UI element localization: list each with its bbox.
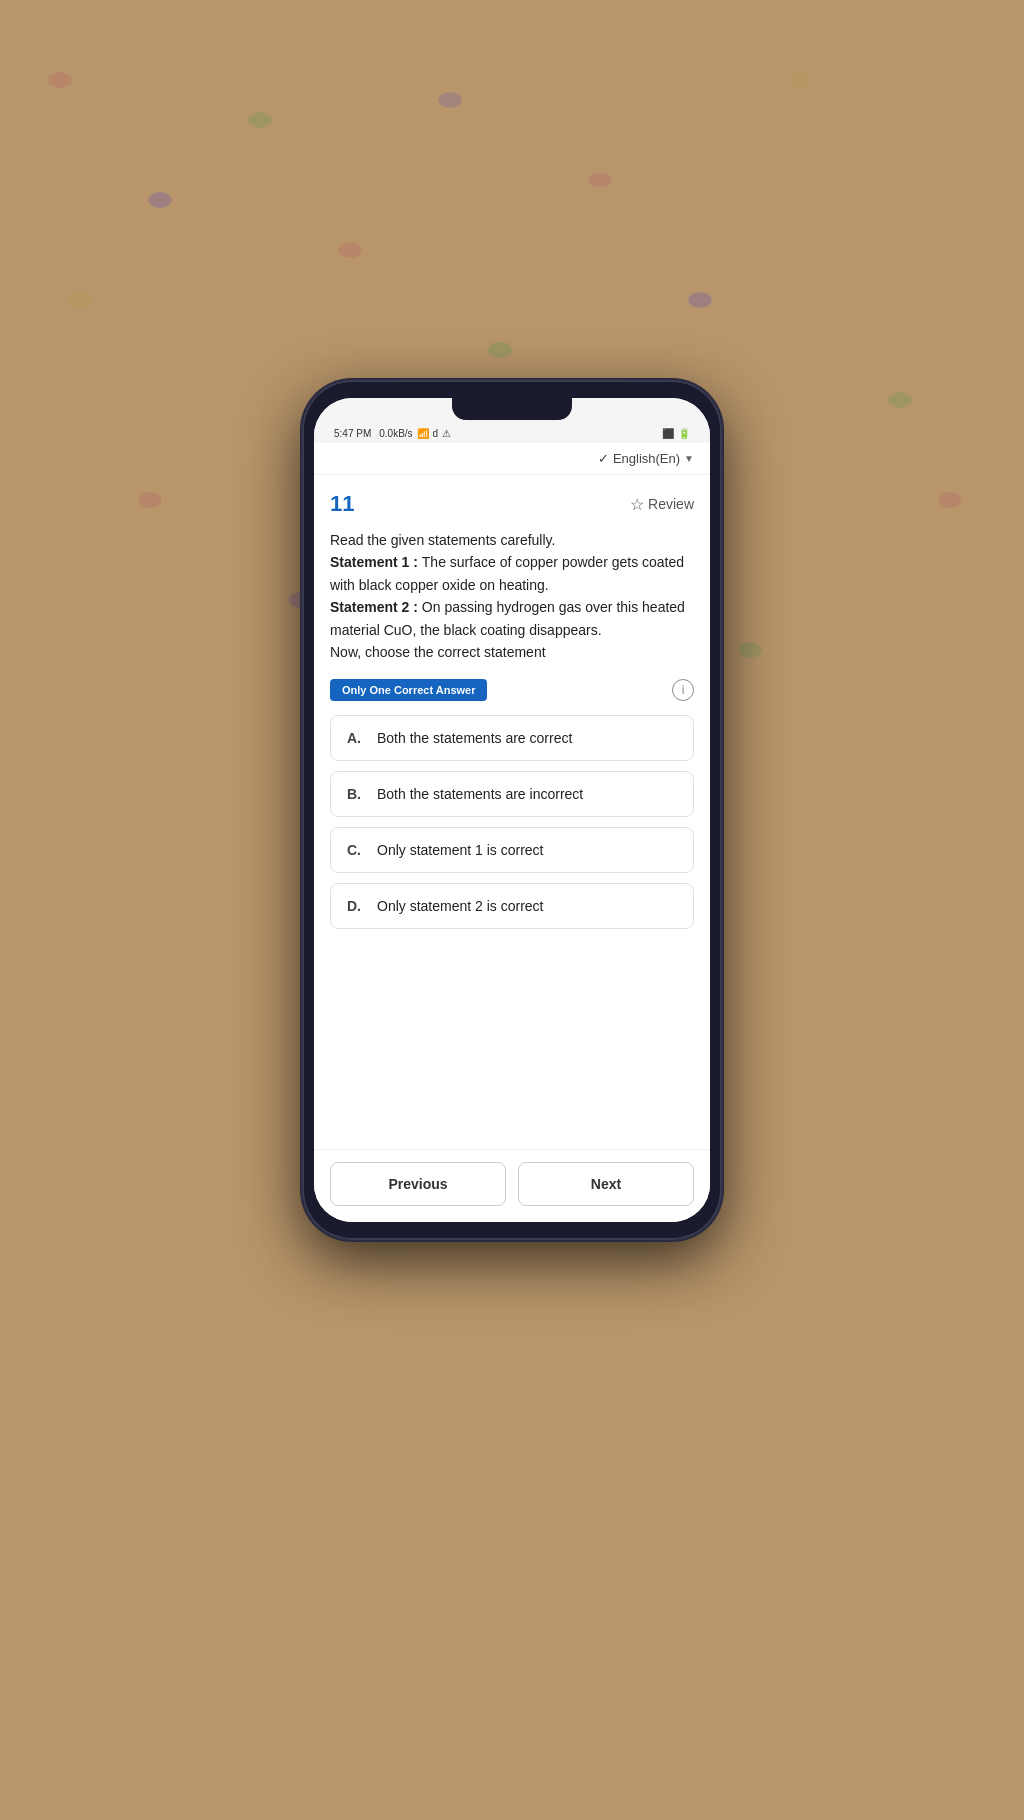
signal-icon: 📶 [417, 428, 429, 439]
previous-button[interactable]: Previous [330, 1162, 506, 1206]
next-button[interactable]: Next [518, 1162, 694, 1206]
star-icon: ☆ [630, 495, 644, 514]
navigation-buttons: Previous Next [314, 1149, 710, 1222]
phone-shell: 5:47 PM 0.0kB/s 📶 d ⚠ ⬛ 🔋 ✓ English [302, 380, 722, 1240]
statement2-prefix: Statement 2 : [330, 599, 422, 615]
review-label: Review [648, 496, 694, 512]
review-button[interactable]: ☆ Review [630, 495, 694, 514]
chevron-down-icon: ▼ [684, 453, 694, 464]
question-text: Read the given statements carefully. Sta… [330, 529, 694, 663]
checkmark-icon: ✓ [598, 451, 609, 466]
question-area: 11 ☆ Review Read the given statements ca… [314, 475, 710, 1149]
info-icon[interactable]: i [672, 679, 694, 701]
answer-type-badge: Only One Correct Answer [330, 679, 487, 701]
phone-screen: 5:47 PM 0.0kB/s 📶 d ⚠ ⬛ 🔋 ✓ English [314, 398, 710, 1222]
option-c-label: C. [347, 842, 363, 858]
wifi-icon: d [433, 428, 439, 439]
status-left: 5:47 PM 0.0kB/s 📶 d ⚠ [334, 428, 451, 439]
option-b-label: B. [347, 786, 363, 802]
option-c[interactable]: C. Only statement 1 is correct [330, 827, 694, 873]
language-selector[interactable]: ✓ English(En) ▼ [598, 451, 694, 466]
question-header: 11 ☆ Review [330, 491, 694, 517]
warning-icon: ⚠ [442, 428, 451, 439]
screen-icon: ⬛ [662, 428, 674, 439]
language-label: English(En) [613, 451, 680, 466]
option-d[interactable]: D. Only statement 2 is correct [330, 883, 694, 929]
statement1-prefix: Statement 1 : [330, 554, 422, 570]
option-b-text: Both the statements are incorrect [377, 786, 677, 802]
option-d-text: Only statement 2 is correct [377, 898, 677, 914]
answer-type-row: Only One Correct Answer i [330, 679, 694, 701]
option-a-text: Both the statements are correct [377, 730, 677, 746]
battery-icon: 🔋 [678, 428, 690, 439]
choose-text: Now, choose the correct statement [330, 644, 546, 660]
time-display: 5:47 PM [334, 428, 371, 439]
network-speed: 0.0kB/s [379, 428, 412, 439]
question-number: 11 [330, 491, 354, 517]
option-b[interactable]: B. Both the statements are incorrect [330, 771, 694, 817]
phone-notch [452, 398, 572, 420]
option-a-label: A. [347, 730, 363, 746]
status-right: ⬛ 🔋 [662, 428, 690, 439]
option-a[interactable]: A. Both the statements are correct [330, 715, 694, 761]
option-c-text: Only statement 1 is correct [377, 842, 677, 858]
language-bar: ✓ English(En) ▼ [314, 443, 710, 475]
question-intro: Read the given statements carefully. [330, 532, 555, 548]
options-list: A. Both the statements are correct B. Bo… [330, 715, 694, 941]
info-symbol: i [682, 683, 685, 697]
app-content: ✓ English(En) ▼ 11 ☆ Review [314, 443, 710, 1222]
option-d-label: D. [347, 898, 363, 914]
phone-device: 5:47 PM 0.0kB/s 📶 d ⚠ ⬛ 🔋 ✓ English [302, 380, 722, 1240]
